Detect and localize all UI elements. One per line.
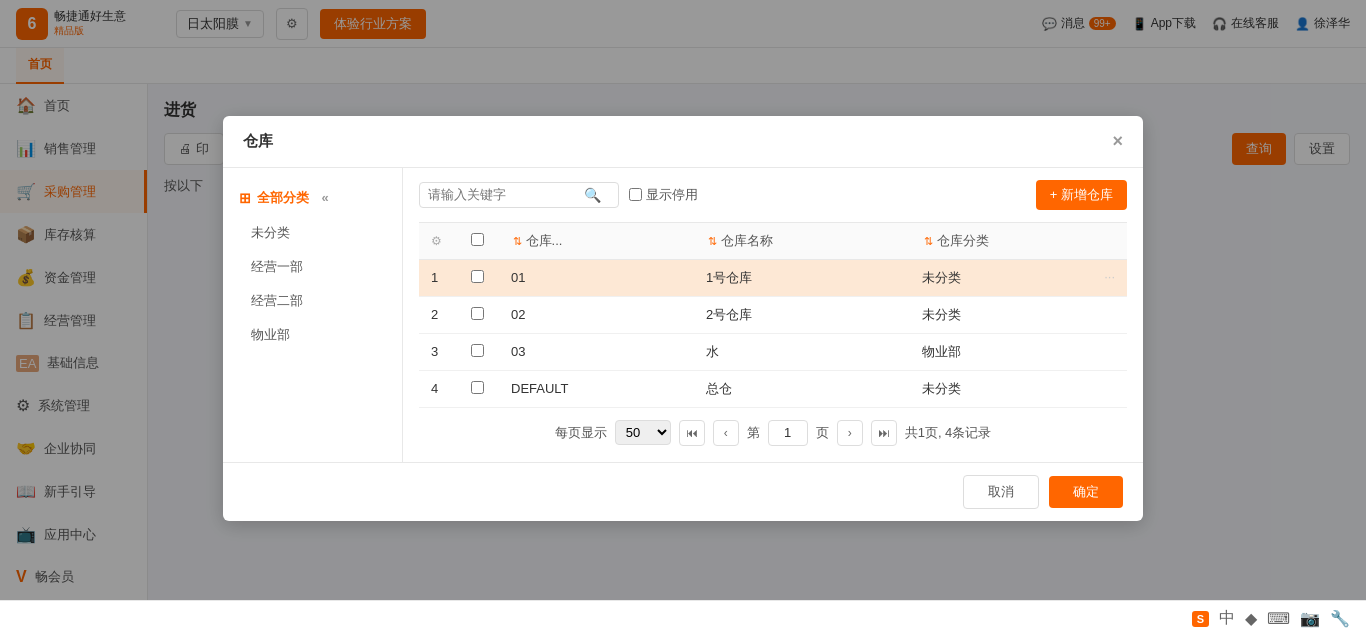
table-row[interactable]: 1 01 1号仓库 未分类 ··· bbox=[419, 259, 1127, 296]
category-item-ops1[interactable]: 经营一部 bbox=[223, 250, 402, 284]
modal-body: ⊞ 全部分类 « 未分类 经营一部 经营二部 物业部 bbox=[223, 168, 1143, 462]
diamond-icon[interactable]: ◆ bbox=[1245, 609, 1257, 628]
cell-category-2: 未分类 bbox=[910, 296, 1127, 333]
add-warehouse-button[interactable]: + 新增仓库 bbox=[1036, 180, 1127, 210]
next-page-button[interactable]: › bbox=[837, 420, 863, 446]
category-item-property[interactable]: 物业部 bbox=[223, 318, 402, 352]
cell-num-1: 1 bbox=[419, 259, 459, 296]
row-checkbox-3[interactable] bbox=[471, 344, 484, 357]
cell-checkbox-4[interactable] bbox=[459, 370, 499, 407]
category-label-unclassified: 未分类 bbox=[251, 225, 290, 240]
modal-header: 仓库 × bbox=[223, 116, 1143, 168]
search-input-wrap[interactable]: 🔍 bbox=[419, 182, 619, 208]
sort-code-icon: ⇅ bbox=[513, 235, 522, 247]
cell-code-4: DEFAULT bbox=[499, 370, 694, 407]
category-panel: ⊞ 全部分类 « 未分类 经营一部 经营二部 物业部 bbox=[223, 168, 403, 462]
cell-checkbox-3[interactable] bbox=[459, 333, 499, 370]
row-checkbox-4[interactable] bbox=[471, 381, 484, 394]
page-unit-label: 页 bbox=[816, 424, 829, 442]
table-header-row: ⚙ ⇅ 仓库... ⇅ 仓库名称 ⇅ 仓库分类 bbox=[419, 222, 1127, 259]
cell-name-2: 2号仓库 bbox=[694, 296, 911, 333]
th-name: ⇅ 仓库名称 bbox=[694, 222, 911, 259]
category-label-property: 物业部 bbox=[251, 327, 290, 342]
cell-code-2: 02 bbox=[499, 296, 694, 333]
page-number-input[interactable] bbox=[768, 420, 808, 446]
show-disabled-checkbox[interactable] bbox=[629, 188, 642, 201]
sort-name-icon: ⇅ bbox=[708, 235, 717, 247]
table-row[interactable]: 4 DEFAULT 总仓 未分类 bbox=[419, 370, 1127, 407]
warehouse-modal: 仓库 × ⊞ 全部分类 « 未分类 经营一部 经营二部 bbox=[223, 116, 1143, 521]
th-code: ⇅ 仓库... bbox=[499, 222, 694, 259]
cancel-button[interactable]: 取消 bbox=[963, 475, 1039, 509]
bottom-bar: S 中 ◆ ⌨ 📷 🔧 bbox=[0, 600, 1366, 636]
th-checkbox bbox=[459, 222, 499, 259]
table-row[interactable]: 2 02 2号仓库 未分类 bbox=[419, 296, 1127, 333]
search-icon: 🔍 bbox=[584, 187, 601, 203]
category-label-ops2: 经营二部 bbox=[251, 293, 303, 308]
cell-category-4: 未分类 bbox=[910, 370, 1127, 407]
category-item-ops2[interactable]: 经营二部 bbox=[223, 284, 402, 318]
cell-category-3: 物业部 bbox=[910, 333, 1127, 370]
cell-name-4: 总仓 bbox=[694, 370, 911, 407]
table-container: ⚙ ⇅ 仓库... ⇅ 仓库名称 ⇅ 仓库分类 1 01 bbox=[419, 222, 1127, 408]
modal-overlay: 仓库 × ⊞ 全部分类 « 未分类 经营一部 经营二部 bbox=[0, 0, 1366, 636]
last-page-button[interactable]: ⏭ bbox=[871, 420, 897, 446]
th-category: ⇅ 仓库分类 bbox=[910, 222, 1127, 259]
cell-name-3: 水 bbox=[694, 333, 911, 370]
modal-close-button[interactable]: × bbox=[1112, 132, 1123, 150]
chinese-input-icon[interactable]: 中 bbox=[1219, 608, 1235, 629]
cell-category-1: 未分类 ··· bbox=[910, 259, 1127, 296]
warehouse-table: ⚙ ⇅ 仓库... ⇅ 仓库名称 ⇅ 仓库分类 1 01 bbox=[419, 222, 1127, 408]
table-toolbar: 🔍 显示停用 + 新增仓库 bbox=[419, 180, 1127, 210]
category-label-ops1: 经营一部 bbox=[251, 259, 303, 274]
category-item-unclassified[interactable]: 未分类 bbox=[223, 216, 402, 250]
show-disabled-label[interactable]: 显示停用 bbox=[629, 186, 698, 204]
tools-icon[interactable]: 🔧 bbox=[1330, 609, 1350, 628]
confirm-button[interactable]: 确定 bbox=[1049, 476, 1123, 508]
total-label: 共1页, 4条记录 bbox=[905, 424, 992, 442]
pagination: 每页显示 50 100 200 ⏮ ‹ 第 页 › ⏭ 共1页, 4条记录 bbox=[419, 408, 1127, 450]
table-row[interactable]: 3 03 水 物业部 bbox=[419, 333, 1127, 370]
select-all-checkbox[interactable] bbox=[471, 233, 484, 246]
search-input[interactable] bbox=[428, 187, 578, 202]
logo-s-icon: S bbox=[1192, 611, 1209, 627]
cell-name-1: 1号仓库 bbox=[694, 259, 911, 296]
first-page-button[interactable]: ⏮ bbox=[679, 420, 705, 446]
camera-icon[interactable]: 📷 bbox=[1300, 609, 1320, 628]
collapse-button[interactable]: « bbox=[315, 188, 335, 208]
sort-category-icon: ⇅ bbox=[924, 235, 933, 247]
per-page-label: 每页显示 bbox=[555, 424, 607, 442]
all-categories-label: 全部分类 bbox=[257, 189, 309, 207]
keyboard-icon[interactable]: ⌨ bbox=[1267, 609, 1290, 628]
page-size-select[interactable]: 50 100 200 bbox=[615, 420, 671, 445]
table-panel: 🔍 显示停用 + 新增仓库 ⚙ bbox=[403, 168, 1143, 462]
cell-checkbox-1[interactable] bbox=[459, 259, 499, 296]
cell-num-4: 4 bbox=[419, 370, 459, 407]
th-settings: ⚙ bbox=[419, 222, 459, 259]
cell-num-3: 3 bbox=[419, 333, 459, 370]
cell-num-2: 2 bbox=[419, 296, 459, 333]
row-checkbox-1[interactable] bbox=[471, 270, 484, 283]
cell-code-3: 03 bbox=[499, 333, 694, 370]
modal-title: 仓库 bbox=[243, 132, 273, 151]
all-categories-item[interactable]: ⊞ 全部分类 « bbox=[223, 180, 402, 216]
row-checkbox-2[interactable] bbox=[471, 307, 484, 320]
cell-checkbox-2[interactable] bbox=[459, 296, 499, 333]
page-prefix-label: 第 bbox=[747, 424, 760, 442]
cell-code-1: 01 bbox=[499, 259, 694, 296]
settings-col-icon: ⚙ bbox=[431, 234, 442, 248]
prev-page-button[interactable]: ‹ bbox=[713, 420, 739, 446]
modal-footer: 取消 确定 bbox=[223, 462, 1143, 521]
grid-icon: ⊞ bbox=[239, 190, 251, 206]
